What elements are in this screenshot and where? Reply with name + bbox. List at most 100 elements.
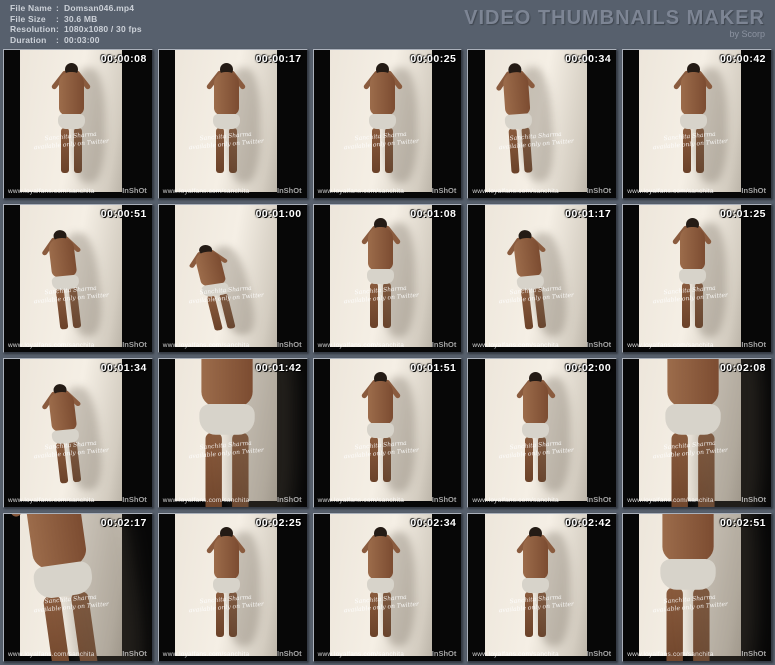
figure-torso [48, 391, 77, 433]
video-frame: Sanchita Sharmaavailable only on Twitter [175, 50, 277, 192]
figure-position [203, 218, 249, 340]
app-title: VIDEO THUMBNAILS MAKER [464, 7, 765, 30]
header-bar: File Name : Domsan046.mp4 File Size : 30… [0, 0, 775, 46]
person-silhouette [645, 358, 739, 508]
filename-value: Domsan046.mp4 [64, 3, 134, 14]
timestamp-overlay: 00:01:17 [565, 208, 611, 220]
figure-torso [523, 381, 548, 425]
figure-briefs [660, 559, 715, 590]
video-frame: Sanchita Sharmaavailable only on Twitter [20, 50, 122, 192]
timestamp-overlay: 00:02:51 [720, 517, 766, 529]
figure-position [48, 218, 94, 340]
timestamp-overlay: 00:01:00 [256, 208, 302, 220]
figure-torso [214, 536, 239, 580]
figure-position [664, 527, 710, 649]
inshot-watermark: InShOt [432, 186, 457, 195]
figure-torso [667, 358, 718, 408]
figure-torso [502, 72, 530, 118]
person-silhouette [36, 228, 95, 342]
video-thumbnail: Sanchita Sharmaavailable only on Twitter… [622, 513, 772, 663]
person-silhouette [501, 228, 560, 342]
figure-briefs [680, 114, 707, 129]
site-watermark: www.loyalfans.com/sanchita [163, 188, 250, 195]
site-watermark: www.loyalfans.com/sanchita [318, 497, 405, 504]
timestamp-overlay: 00:00:42 [720, 53, 766, 65]
app-branding: VIDEO THUMBNAILS MAKER by Scorp [464, 7, 765, 39]
site-watermark: www.loyalfans.com/sanchita [8, 342, 95, 349]
site-watermark: www.loyalfans.com/sanchita [163, 651, 250, 658]
video-frame: Sanchita Sharmaavailable only on Twitter [330, 50, 432, 192]
colon-separator: : [56, 35, 64, 46]
site-watermark: www.loyalfans.com/sanchita [8, 497, 95, 504]
timestamp-overlay: 00:01:51 [410, 362, 456, 374]
person-silhouette [513, 372, 559, 494]
video-thumbnail: Sanchita Sharmaavailable only on Twitter… [467, 513, 617, 663]
video-thumbnail: Sanchita Sharmaavailable only on Twitter… [467, 204, 617, 354]
timestamp-overlay: 00:00:25 [410, 53, 456, 65]
figure-torso [214, 72, 239, 116]
figure-torso [512, 237, 541, 279]
video-frame: Sanchita Sharmaavailable only on Twitter [485, 50, 587, 192]
timestamp-overlay: 00:02:42 [565, 517, 611, 529]
person-silhouette [670, 63, 716, 185]
figure-briefs [369, 114, 396, 129]
site-watermark: www.loyalfans.com/sanchita [627, 188, 714, 195]
video-frame: Sanchita Sharmaavailable only on Twitter [20, 205, 122, 347]
person-silhouette [203, 63, 249, 185]
duration-label: Duration [10, 35, 56, 46]
site-watermark: www.loyalfans.com/sanchita [472, 497, 559, 504]
colon-separator: : [56, 14, 64, 25]
video-thumbnail: Sanchita Sharmaavailable only on Twitter… [622, 49, 772, 199]
figure-briefs [213, 578, 240, 593]
person-silhouette [36, 382, 95, 496]
inshot-watermark: InShOt [122, 186, 147, 195]
figure-position [360, 63, 406, 185]
figure-position [48, 527, 94, 649]
video-thumbnail: Sanchita Sharmaavailable only on Twitter… [467, 49, 617, 199]
video-thumbnail: Sanchita Sharmaavailable only on Twitter… [158, 513, 308, 663]
inshot-watermark: InShOt [277, 186, 302, 195]
video-thumbnail: Sanchita Sharmaavailable only on Twitter… [3, 358, 153, 508]
video-frame: Sanchita Sharmaavailable only on Twitter [485, 205, 587, 347]
inshot-watermark: InShOt [432, 340, 457, 349]
person-silhouette [358, 372, 404, 494]
timestamp-overlay: 00:02:25 [256, 517, 302, 529]
video-thumbnail: Sanchita Sharmaavailable only on Twitter… [313, 358, 463, 508]
figure-briefs [367, 423, 394, 438]
site-watermark: www.loyalfans.com/sanchita [472, 188, 559, 195]
site-watermark: www.loyalfans.com/sanchita [627, 651, 714, 658]
video-thumbnail: Sanchita Sharmaavailable only on Twitter… [313, 513, 463, 663]
filename-label: File Name [10, 3, 56, 14]
video-thumbnail: Sanchita Sharmaavailable only on Twitter… [3, 49, 153, 199]
figure-position [513, 372, 559, 494]
figure-torso [368, 381, 393, 425]
colon-separator: : [56, 24, 64, 35]
timestamp-overlay: 00:01:25 [720, 208, 766, 220]
site-watermark: www.loyalfans.com/sanchita [163, 342, 250, 349]
app-subtitle: by Scorp [464, 29, 765, 39]
inshot-watermark: InShOt [741, 649, 766, 658]
resolution-value: 1080x1080 / 30 fps [64, 24, 142, 35]
timestamp-overlay: 00:02:34 [410, 517, 456, 529]
site-watermark: www.loyalfans.com/sanchita [472, 651, 559, 658]
figure-torso [680, 227, 705, 271]
figure-briefs [367, 578, 394, 593]
figure-torso [368, 536, 393, 580]
timestamp-overlay: 00:02:17 [101, 517, 147, 529]
figure-briefs [504, 113, 532, 130]
inshot-watermark: InShOt [587, 340, 612, 349]
timestamp-overlay: 00:02:08 [720, 362, 766, 374]
video-frame: Sanchita Sharmaavailable only on Twitter [330, 205, 432, 347]
video-thumbnail: Sanchita Sharmaavailable only on Twitter… [3, 204, 153, 354]
figure-torso [59, 72, 84, 116]
thumbnail-grid: Sanchita Sharmaavailable only on Twitter… [0, 46, 775, 665]
timestamp-overlay: 00:00:08 [101, 53, 147, 65]
figure-torso [200, 358, 251, 408]
figure-briefs [665, 404, 720, 435]
resolution-label: Resolution [10, 24, 56, 35]
inshot-watermark: InShOt [587, 649, 612, 658]
figure-torso [681, 72, 706, 116]
person-silhouette [513, 527, 559, 649]
site-watermark: www.loyalfans.com/sanchita [472, 342, 559, 349]
figure-torso [662, 513, 713, 563]
